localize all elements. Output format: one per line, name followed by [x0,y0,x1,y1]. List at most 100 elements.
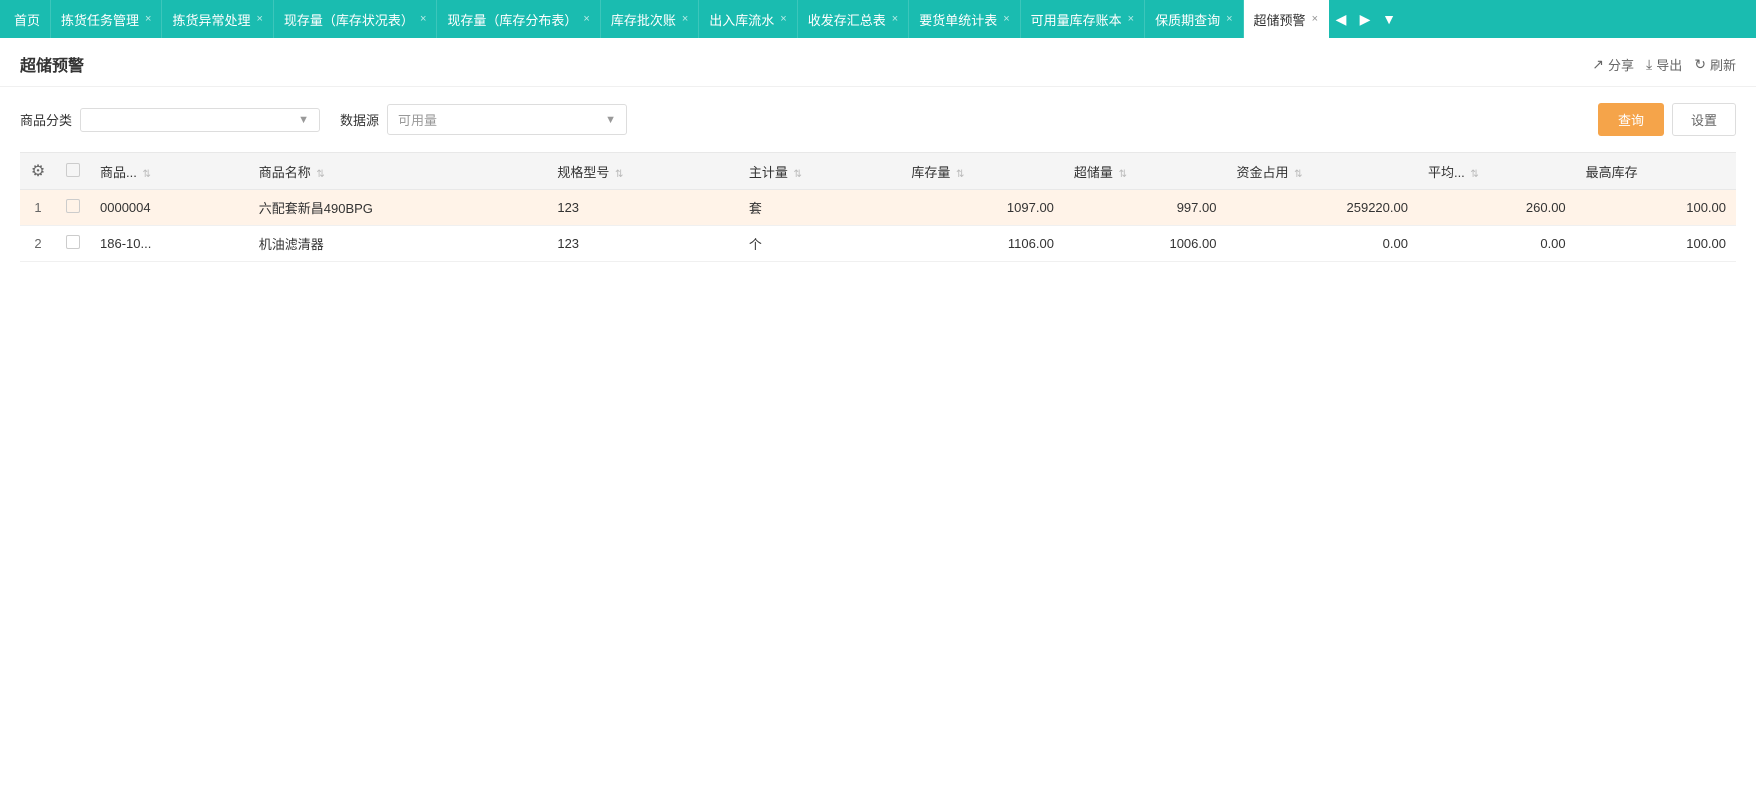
sort-icon-inventory[interactable]: ⇅ [956,169,964,180]
table-row: 1 0000004 六配套新昌490BPG 123 套 1097.00 997.… [20,190,1736,226]
column-settings-icon[interactable]: ⚙ [31,163,45,180]
nav-close-order-stats[interactable]: × [1003,13,1009,25]
row-2-avg: 0.00 [1418,226,1576,262]
col-label-spec: 规格型号 [557,165,609,180]
nav-item-inout-flow[interactable]: 出入库流水 × [699,0,797,38]
col-header-capital: 资金占用 ⇅ [1226,153,1417,190]
nav-close-expiry[interactable]: × [1226,13,1232,25]
nav-close-task-mgmt[interactable]: × [145,13,151,25]
sort-icon-overstock[interactable]: ⇅ [1119,169,1127,180]
col-label-inventory: 库存量 [911,165,950,180]
sort-icon-capital[interactable]: ⇅ [1294,169,1302,180]
nav-label-inventory-status: 现存量（库存状况表） [284,10,414,29]
sort-icon-spec[interactable]: ⇅ [615,169,623,180]
col-label-product-name: 商品名称 [259,165,311,180]
nav-more-btn[interactable]: ▼ [1377,0,1401,38]
nav-label-order-stats: 要货单统计表 [919,10,997,29]
category-filter-group: 商品分类 ▼ [20,108,320,132]
category-arrow-icon: ▼ [298,114,309,126]
col-label-max-inventory: 最高库存 [1586,165,1638,180]
row-2-product-code: 186-10... [90,226,249,262]
nav-close-inventory-batch[interactable]: × [682,13,688,25]
col-header-settings: ⚙ [20,153,56,190]
export-icon: ⤓ [1646,56,1652,73]
col-header-checkbox [56,153,90,190]
header-actions: ↗ 分享 ⤓ 导出 ↻ 刷新 [1592,55,1736,74]
row-2-inventory: 1106.00 [901,226,1064,262]
row-1-overstock: 997.00 [1064,190,1227,226]
sort-icon-unit[interactable]: ⇅ [793,169,801,180]
nav-close-inout-flow[interactable]: × [780,13,786,25]
row-2-product-name: 机油滤清器 [249,226,548,262]
row-2-spec: 123 [547,226,738,262]
datasource-value: 可用量 [398,110,437,129]
col-label-overstock: 超储量 [1074,165,1113,180]
share-button[interactable]: ↗ 分享 [1592,55,1634,74]
nav-item-overstock[interactable]: 超储预警 × [1244,0,1329,38]
nav-close-receive-send[interactable]: × [892,13,898,25]
datasource-select[interactable]: 可用量 ▼ [387,104,627,135]
col-label-product-code: 商品... [100,165,137,180]
settings-button[interactable]: 设置 [1672,103,1736,136]
nav-item-home-label: 首页 [14,10,40,29]
overstock-table: ⚙ 商品... ⇅ 商品名称 ⇅ 规格型号 ⇅ [20,152,1736,262]
table-header-row: ⚙ 商品... ⇅ 商品名称 ⇅ 规格型号 ⇅ [20,153,1736,190]
nav-close-inventory-dist[interactable]: × [583,13,589,25]
row-2-checkbox[interactable] [66,235,80,249]
page-title: 超储预警 [20,52,84,76]
nav-item-inventory-status[interactable]: 现存量（库存状况表） × [274,0,437,38]
category-select[interactable]: ▼ [80,108,320,132]
row-2-capital: 0.00 [1226,226,1417,262]
nav-close-inventory-status[interactable]: × [420,13,426,25]
nav-close-abnormal[interactable]: × [256,13,262,25]
col-header-unit: 主计量 ⇅ [739,153,902,190]
row-2-overstock: 1006.00 [1064,226,1227,262]
nav-item-receive-send[interactable]: 收发存汇总表 × [798,0,909,38]
refresh-button[interactable]: ↻ 刷新 [1694,55,1736,74]
nav-next-btn[interactable]: ▶ [1353,0,1377,38]
export-button[interactable]: ⤓ 导出 [1646,55,1682,74]
nav-label-receive-send: 收发存汇总表 [808,10,886,29]
col-header-max-inventory: 最高库存 [1576,153,1736,190]
select-all-checkbox[interactable] [66,163,80,177]
nav-close-overstock[interactable]: × [1312,13,1318,25]
row-1-index: 1 [20,190,56,226]
sort-icon-product-code[interactable]: ⇅ [142,169,150,180]
col-label-unit: 主计量 [749,165,788,180]
category-label: 商品分类 [20,110,72,129]
col-header-inventory: 库存量 ⇅ [901,153,1064,190]
row-1-inventory: 1097.00 [901,190,1064,226]
nav-item-task-mgmt[interactable]: 拣货任务管理 × [51,0,162,38]
row-1-checkbox[interactable] [66,199,80,213]
col-label-avg: 平均... [1428,165,1465,180]
nav-item-home[interactable]: 首页 [4,0,51,38]
nav-close-available-inv[interactable]: × [1128,13,1134,25]
nav-item-abnormal[interactable]: 拣货异常处理 × [162,0,273,38]
nav-item-inventory-batch[interactable]: 库存批次账 × [601,0,699,38]
nav-item-available-inv[interactable]: 可用量库存账本 × [1021,0,1145,38]
nav-item-inventory-dist[interactable]: 现存量（库存分布表） × [437,0,600,38]
row-1-product-code: 0000004 [90,190,249,226]
filter-right-buttons: 查询 设置 [1598,103,1736,136]
nav-label-inout-flow: 出入库流水 [709,10,774,29]
row-2-index: 2 [20,226,56,262]
row-2-max-inventory: 100.00 [1576,226,1736,262]
nav-label-expiry: 保质期查询 [1155,10,1220,29]
nav-label-inventory-batch: 库存批次账 [611,10,676,29]
nav-item-order-stats[interactable]: 要货单统计表 × [909,0,1020,38]
nav-prev-btn[interactable]: ◀ [1329,0,1353,38]
nav-label-abnormal: 拣货异常处理 [172,10,250,29]
nav-item-expiry[interactable]: 保质期查询 × [1145,0,1243,38]
refresh-label: 刷新 [1710,55,1736,74]
col-header-avg: 平均... ⇅ [1418,153,1576,190]
query-button[interactable]: 查询 [1598,103,1664,136]
sort-icon-avg[interactable]: ⇅ [1470,169,1478,180]
row-1-product-name: 六配套新昌490BPG [249,190,548,226]
nav-label-inventory-dist: 现存量（库存分布表） [447,10,577,29]
col-header-spec: 规格型号 ⇅ [547,153,738,190]
row-1-capital: 259220.00 [1226,190,1417,226]
col-header-product-code: 商品... ⇅ [90,153,249,190]
row-1-spec: 123 [547,190,738,226]
page-header: 超储预警 ↗ 分享 ⤓ 导出 ↻ 刷新 [0,38,1756,87]
sort-icon-product-name[interactable]: ⇅ [316,169,324,180]
